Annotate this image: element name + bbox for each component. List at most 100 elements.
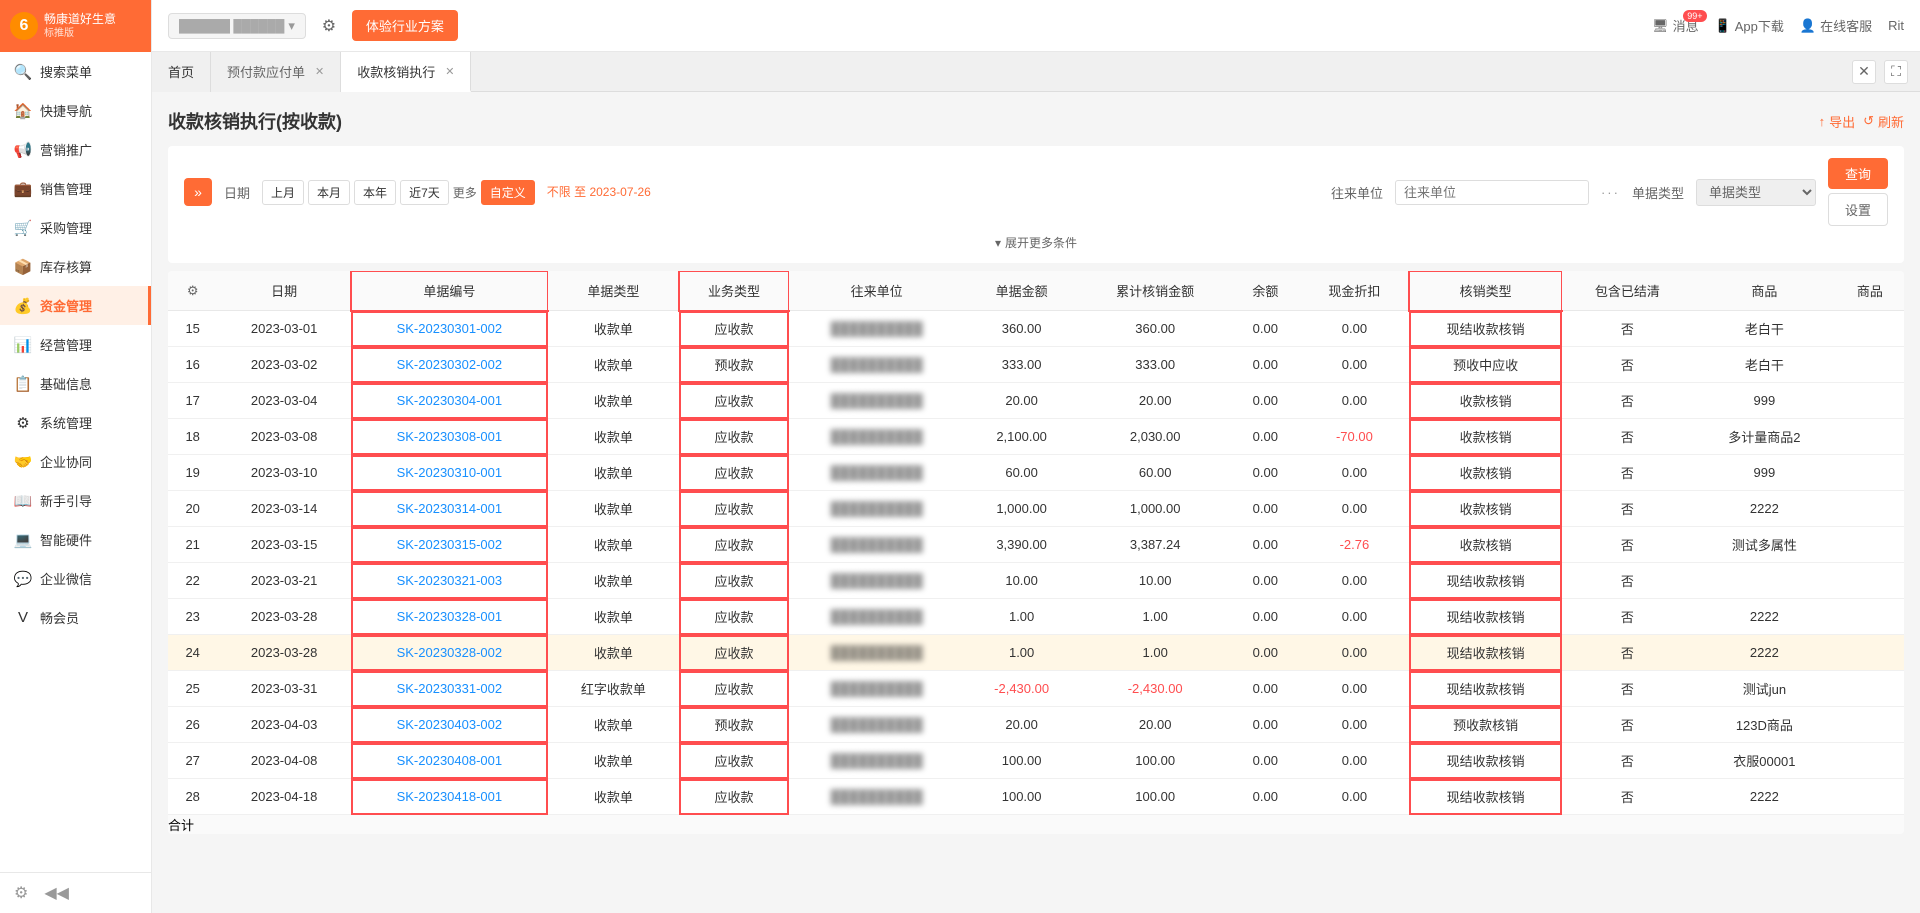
- cell-cash-discount: 0.00: [1299, 311, 1409, 347]
- cell-cum-amount: 360.00: [1079, 311, 1231, 347]
- user-menu[interactable]: Rit: [1888, 18, 1904, 33]
- th-gear[interactable]: ⚙: [168, 271, 217, 311]
- cell-cum-amount: 20.00: [1079, 707, 1231, 743]
- settings-icon[interactable]: ⚙: [14, 883, 28, 903]
- message-badge: 99+: [1683, 10, 1706, 22]
- cell-include-settled: 否: [1562, 599, 1693, 635]
- bill-no-link[interactable]: SK-20230331-002: [397, 681, 503, 696]
- date-last-month-btn[interactable]: 上月: [262, 180, 304, 205]
- date-this-month-btn[interactable]: 本月: [308, 180, 350, 205]
- bill-no-link[interactable]: SK-20230328-001: [397, 609, 503, 624]
- sidebar-item-wechat[interactable]: 💬企业微信: [0, 559, 151, 598]
- cell-cancel-type: 现结收款核销: [1409, 743, 1561, 779]
- sidebar-item-system[interactable]: ⚙系统管理: [0, 403, 151, 442]
- type-filter-select[interactable]: 单据类型: [1696, 179, 1816, 206]
- cell-cum-amount: 1.00: [1079, 599, 1231, 635]
- export-button[interactable]: ↑ 导出: [1819, 112, 1856, 131]
- cell-cum-amount: -2,430.00: [1079, 671, 1231, 707]
- cell-goods: 2222: [1693, 491, 1836, 527]
- table-row: 24 2023-03-28 SK-20230328-002 收款单 应收款 ██…: [168, 635, 1904, 671]
- sidebar-item-sales[interactable]: 💼销售管理: [0, 169, 151, 208]
- bill-no-link[interactable]: SK-20230418-001: [397, 789, 503, 804]
- cell-bill-no: SK-20230308-001: [351, 419, 548, 455]
- cell-unit: ██████████: [789, 491, 964, 527]
- store-selector[interactable]: ██████ ██████ ▾: [168, 13, 306, 39]
- sidebar-item-member[interactable]: V畅会员: [0, 598, 151, 637]
- expand-tab-icon[interactable]: ⛶: [1884, 60, 1908, 84]
- bill-no-link[interactable]: SK-20230328-002: [397, 645, 503, 660]
- cell-balance: 0.00: [1231, 671, 1299, 707]
- cell-amount: 60.00: [964, 455, 1079, 491]
- bill-no-link[interactable]: SK-20230301-002: [397, 321, 503, 336]
- date-options: 上月 本月 本年 近7天 更多 自定义: [262, 180, 535, 205]
- tab-prepay-label: 预付款应付单: [227, 62, 305, 81]
- filter-settings-button[interactable]: 设置: [1828, 193, 1888, 226]
- query-button[interactable]: 查询: [1828, 158, 1888, 189]
- unit-filter-input[interactable]: [1395, 180, 1589, 205]
- sidebar-item-nav[interactable]: 🏠快捷导航: [0, 91, 151, 130]
- cell-date: 2023-03-04: [217, 383, 351, 419]
- sidebar-item-operations[interactable]: 📊经营管理: [0, 325, 151, 364]
- bill-no-link[interactable]: SK-20230314-001: [397, 501, 503, 516]
- cell-unit: ██████████: [789, 743, 964, 779]
- refresh-button[interactable]: ↺ 刷新: [1863, 112, 1904, 131]
- sidebar-item-marketing[interactable]: 📢营销推广: [0, 130, 151, 169]
- sales-icon: 💼: [14, 180, 32, 198]
- sidebar-label-operations: 经营管理: [40, 335, 92, 354]
- cell-goods: 999: [1693, 383, 1836, 419]
- cell-cancel-type: 现结收款核销: [1409, 671, 1561, 707]
- app-download-button[interactable]: 📱 App下载: [1715, 16, 1784, 35]
- cell-cum-amount: 333.00: [1079, 347, 1231, 383]
- bill-no-link[interactable]: SK-20230304-001: [397, 393, 503, 408]
- cell-biz-type: 应收款: [679, 563, 789, 599]
- bill-no-link[interactable]: SK-20230315-002: [397, 537, 503, 552]
- sidebar-item-hardware[interactable]: 💻智能硬件: [0, 520, 151, 559]
- collapse-icon[interactable]: ◀◀: [44, 883, 69, 903]
- bill-no-link[interactable]: SK-20230310-001: [397, 465, 503, 480]
- sidebar-item-search[interactable]: 🔍搜索菜单: [0, 52, 151, 91]
- date-custom-btn[interactable]: 自定义: [481, 180, 535, 205]
- cell-date: 2023-03-28: [217, 635, 351, 671]
- cell-bill-no: SK-20230331-002: [351, 671, 548, 707]
- cell-no: 16: [168, 347, 217, 383]
- cell-cum-amount: 2,030.00: [1079, 419, 1231, 455]
- cell-date: 2023-04-18: [217, 779, 351, 815]
- cell-unit: ██████████: [789, 419, 964, 455]
- tab-receipt[interactable]: 收款核销执行 ✕: [341, 52, 471, 92]
- filter-expand-button[interactable]: »: [184, 178, 212, 206]
- page-header: 收款核销执行(按收款) ↑ 导出 ↺ 刷新: [168, 108, 1904, 134]
- sidebar-item-guide[interactable]: 📖新手引导: [0, 481, 151, 520]
- tab-prepay[interactable]: 预付款应付单 ✕: [211, 52, 341, 92]
- tab-home[interactable]: 首页: [152, 52, 211, 92]
- cell-biz-type: 应收款: [679, 671, 789, 707]
- expand-more-button[interactable]: ▾ 展开更多条件: [995, 234, 1077, 251]
- message-button[interactable]: 🖥 消息 99+: [1652, 16, 1699, 35]
- sidebar-item-purchase[interactable]: 🛒采购管理: [0, 208, 151, 247]
- cell-cash-discount: -70.00: [1299, 419, 1409, 455]
- cell-cum-amount: 1.00: [1079, 635, 1231, 671]
- date-filter-label: 日期: [224, 183, 250, 202]
- cell-bill-type: 收款单: [548, 779, 679, 815]
- th-unit: 往来单位: [789, 271, 964, 311]
- date-this-year-btn[interactable]: 本年: [354, 180, 396, 205]
- tab-receipt-close[interactable]: ✕: [445, 65, 454, 78]
- settings-gear-icon[interactable]: ⚙: [314, 11, 344, 41]
- sidebar-item-finance[interactable]: 💰资金管理: [0, 286, 151, 325]
- solution-button[interactable]: 体验行业方案: [352, 10, 458, 41]
- table-row: 16 2023-03-02 SK-20230302-002 收款单 预收款 ██…: [168, 347, 1904, 383]
- sidebar-item-inventory[interactable]: 📦库存核算: [0, 247, 151, 286]
- sidebar-item-enterprise[interactable]: 🤝企业协同: [0, 442, 151, 481]
- bill-no-link[interactable]: SK-20230308-001: [397, 429, 503, 444]
- bill-no-link[interactable]: SK-20230302-002: [397, 357, 503, 372]
- tab-prepay-close[interactable]: ✕: [315, 65, 324, 78]
- bill-no-link[interactable]: SK-20230403-002: [397, 717, 503, 732]
- sidebar-item-base[interactable]: 📋基础信息: [0, 364, 151, 403]
- online-service-button[interactable]: 👤 在线客服: [1800, 16, 1872, 35]
- chevron-down-icon: ▾: [995, 236, 1001, 250]
- bill-no-link[interactable]: SK-20230408-001: [397, 753, 503, 768]
- bill-no-link[interactable]: SK-20230321-003: [397, 573, 503, 588]
- date-last-7days-btn[interactable]: 近7天: [400, 180, 449, 205]
- inventory-icon: 📦: [14, 258, 32, 276]
- close-tab-icon[interactable]: ✕: [1852, 60, 1876, 84]
- cell-include-settled: 否: [1562, 779, 1693, 815]
